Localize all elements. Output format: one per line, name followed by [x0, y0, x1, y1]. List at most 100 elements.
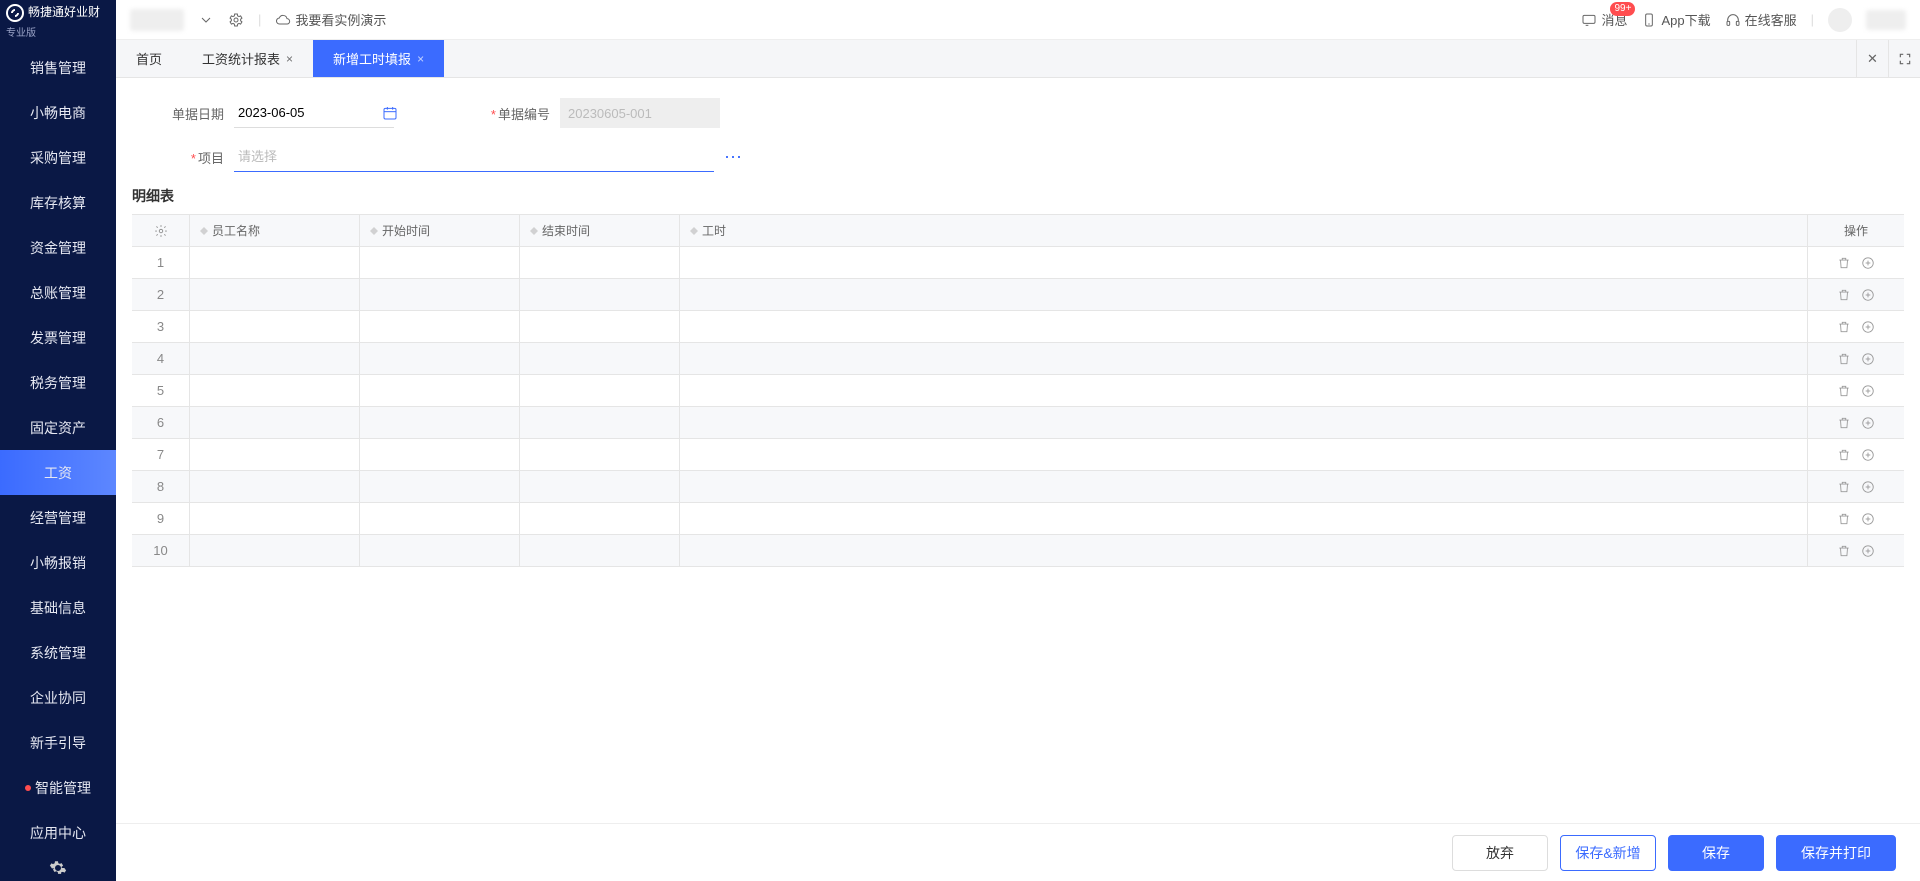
username-blur[interactable] [1866, 10, 1906, 30]
cell-employee[interactable] [190, 535, 360, 566]
customer-service-button[interactable]: 在线客服 [1725, 10, 1797, 29]
cell-employee[interactable] [190, 375, 360, 406]
add-icon[interactable] [1861, 416, 1875, 430]
add-icon[interactable] [1861, 256, 1875, 270]
cell-employee[interactable] [190, 311, 360, 342]
cell-end[interactable] [520, 375, 680, 406]
cell-employee[interactable] [190, 407, 360, 438]
cell-hours[interactable] [680, 311, 1808, 342]
delete-icon[interactable] [1837, 352, 1851, 366]
delete-icon[interactable] [1837, 416, 1851, 430]
col-hours[interactable]: 工时 [680, 215, 1808, 246]
add-icon[interactable] [1861, 480, 1875, 494]
delete-icon[interactable] [1837, 512, 1851, 526]
col-employee[interactable]: 员工名称 [190, 215, 360, 246]
cell-hours[interactable] [680, 279, 1808, 310]
cell-end[interactable] [520, 311, 680, 342]
cell-end[interactable] [520, 407, 680, 438]
delete-icon[interactable] [1837, 256, 1851, 270]
nav-item-9[interactable]: 工资 [0, 450, 116, 495]
settings-icon[interactable] [49, 859, 67, 877]
close-icon[interactable]: × [417, 52, 424, 66]
tab-1[interactable]: 工资统计报表× [182, 40, 313, 77]
nav-item-7[interactable]: 税务管理 [0, 360, 116, 405]
cell-end[interactable] [520, 535, 680, 566]
date-input[interactable] [234, 98, 394, 128]
cell-end[interactable] [520, 439, 680, 470]
cell-end[interactable] [520, 471, 680, 502]
cell-start[interactable] [360, 407, 520, 438]
cell-end[interactable] [520, 343, 680, 374]
cell-employee[interactable] [190, 471, 360, 502]
col-start[interactable]: 开始时间 [360, 215, 520, 246]
add-icon[interactable] [1861, 352, 1875, 366]
nav-item-12[interactable]: 基础信息 [0, 585, 116, 630]
cell-hours[interactable] [680, 535, 1808, 566]
cell-start[interactable] [360, 535, 520, 566]
gear-icon[interactable] [228, 12, 244, 28]
add-icon[interactable] [1861, 384, 1875, 398]
nav-item-10[interactable]: 经营管理 [0, 495, 116, 540]
tab-0[interactable]: 首页 [116, 40, 182, 77]
delete-icon[interactable] [1837, 288, 1851, 302]
delete-icon[interactable] [1837, 544, 1851, 558]
cell-start[interactable] [360, 439, 520, 470]
nav-item-3[interactable]: 库存核算 [0, 180, 116, 225]
nav-item-8[interactable]: 固定资产 [0, 405, 116, 450]
add-icon[interactable] [1861, 448, 1875, 462]
cell-end[interactable] [520, 503, 680, 534]
cell-employee[interactable] [190, 343, 360, 374]
col-config[interactable] [132, 215, 190, 246]
cell-hours[interactable] [680, 407, 1808, 438]
close-icon[interactable]: × [286, 52, 293, 66]
org-selector-blur[interactable] [130, 9, 184, 31]
cell-hours[interactable] [680, 343, 1808, 374]
app-download-button[interactable]: App下载 [1641, 10, 1710, 29]
cell-hours[interactable] [680, 471, 1808, 502]
cell-end[interactable] [520, 247, 680, 278]
nav-item-0[interactable]: 销售管理 [0, 45, 116, 90]
add-icon[interactable] [1861, 512, 1875, 526]
cell-employee[interactable] [190, 503, 360, 534]
nav-item-2[interactable]: 采购管理 [0, 135, 116, 180]
cell-hours[interactable] [680, 247, 1808, 278]
cell-start[interactable] [360, 503, 520, 534]
msg-button[interactable]: 消息 99+ [1581, 10, 1627, 29]
delete-icon[interactable] [1837, 384, 1851, 398]
nav-item-4[interactable]: 资金管理 [0, 225, 116, 270]
add-icon[interactable] [1861, 288, 1875, 302]
cell-start[interactable] [360, 471, 520, 502]
tab-close-all-button[interactable]: ✕ [1856, 40, 1888, 78]
nav-item-6[interactable]: 发票管理 [0, 315, 116, 360]
add-icon[interactable] [1861, 544, 1875, 558]
nav-item-1[interactable]: 小畅电商 [0, 90, 116, 135]
tab-2[interactable]: 新增工时填报× [313, 40, 444, 77]
nav-item-13[interactable]: 系统管理 [0, 630, 116, 675]
cell-employee[interactable] [190, 439, 360, 470]
fullscreen-button[interactable] [1888, 40, 1920, 78]
cell-start[interactable] [360, 279, 520, 310]
cell-employee[interactable] [190, 279, 360, 310]
cell-start[interactable] [360, 247, 520, 278]
delete-icon[interactable] [1837, 320, 1851, 334]
cell-hours[interactable] [680, 439, 1808, 470]
col-end[interactable]: 结束时间 [520, 215, 680, 246]
project-input[interactable] [234, 142, 714, 172]
save-print-button[interactable]: 保存并打印 [1776, 835, 1896, 871]
nav-item-11[interactable]: 小畅报销 [0, 540, 116, 585]
delete-icon[interactable] [1837, 480, 1851, 494]
delete-icon[interactable] [1837, 448, 1851, 462]
nav-item-15[interactable]: 新手引导 [0, 720, 116, 765]
demo-link[interactable]: 我要看实例演示 [275, 10, 386, 29]
discard-button[interactable]: 放弃 [1452, 835, 1548, 871]
cell-hours[interactable] [680, 503, 1808, 534]
cell-start[interactable] [360, 343, 520, 374]
chevron-down-icon[interactable] [198, 12, 214, 28]
cell-employee[interactable] [190, 247, 360, 278]
cell-start[interactable] [360, 375, 520, 406]
cell-end[interactable] [520, 279, 680, 310]
avatar[interactable] [1828, 8, 1852, 32]
project-lookup-button[interactable]: ⋯ [724, 147, 743, 168]
nav-item-16[interactable]: 智能管理 [0, 765, 116, 810]
cell-start[interactable] [360, 311, 520, 342]
